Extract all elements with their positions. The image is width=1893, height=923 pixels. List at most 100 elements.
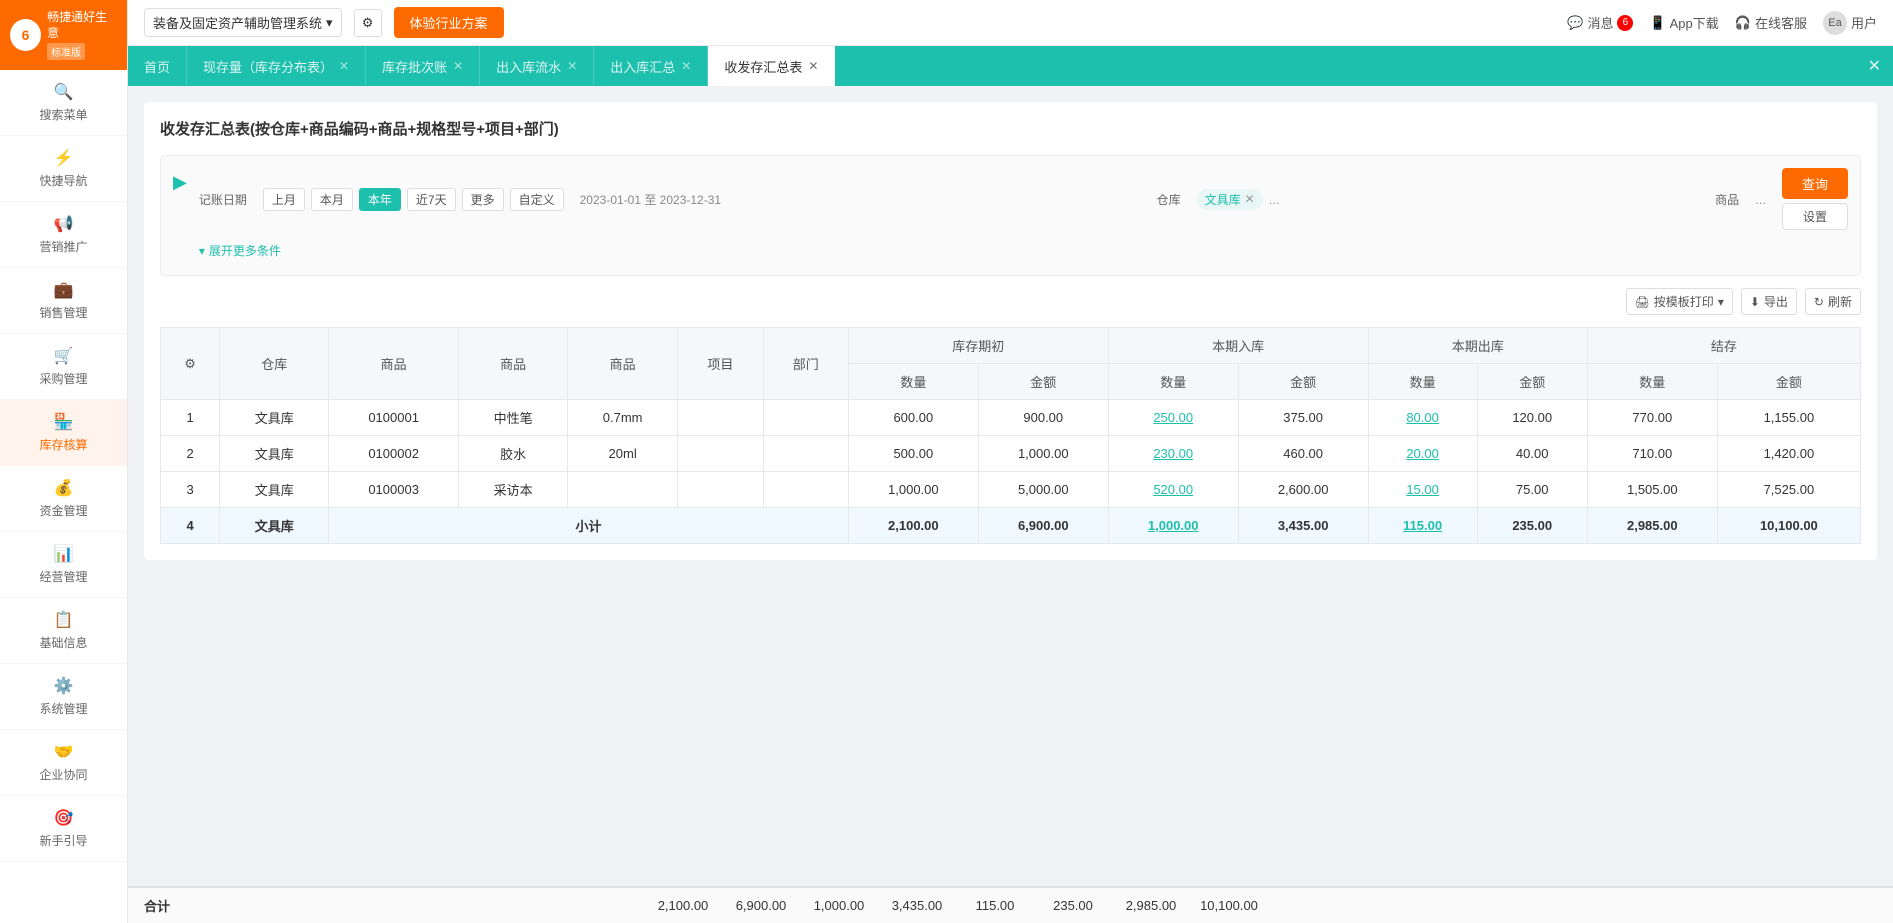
sidebar-item-finance[interactable]: 💰 资金管理 [0,466,127,532]
th-out-amt: 金额 [1477,364,1587,400]
online-service-item[interactable]: 🎧 在线客服 [1735,13,1807,32]
sidebar-item-enterprise[interactable]: 🤝 企业协同 [0,730,127,796]
cell-project [678,436,763,472]
warehouse-tag[interactable]: 文具库 ✕ [1197,189,1263,210]
sales-label: 销售管理 [39,304,87,321]
date-btn-更多[interactable]: 更多 [462,188,504,211]
headset-icon: 🎧 [1735,15,1751,31]
tab-close-inout-summary[interactable]: ✕ [681,59,691,73]
cell-dept [763,472,848,508]
date-btn-本月[interactable]: 本月 [311,188,353,211]
tabbar-close-btn[interactable]: ✕ [1856,46,1893,86]
marketing-icon: 📢 [54,214,74,234]
tab-close-batch[interactable]: ✕ [453,59,463,73]
sidebar-item-business[interactable]: 📊 经营管理 [0,532,127,598]
user-avatar: Ea [1823,11,1847,35]
finance-label: 资金管理 [39,502,87,519]
dropdown-arrow-icon: ▾ [326,15,333,31]
filter-settings-btn[interactable]: 设置 [1782,203,1848,230]
user-item[interactable]: Ea 用户 [1823,11,1877,35]
date-btn-本年[interactable]: 本年 [359,188,401,211]
logo-text: 畅捷通好生意 [47,10,117,41]
cell-in-amt: 2,600.00 [1238,472,1368,508]
sidebar-item-system[interactable]: ⚙️ 系统管理 [0,664,127,730]
sidebar-item-marketing[interactable]: 📢 营销推广 [0,202,127,268]
quicknav-icon: ⚡ [54,148,74,168]
tab-close-receive-summary[interactable]: ✕ [808,59,818,73]
tab-inout-flow[interactable]: 出入库流水 ✕ [480,46,594,86]
tab-receive-summary[interactable]: 收发存汇总表✕ [708,46,835,86]
sidebar-item-quicknav[interactable]: ⚡ 快捷导航 [0,136,127,202]
cell-warehouse: 文具库 [220,472,329,508]
stock-label: 库存核算 [39,436,87,453]
date-btn-上月[interactable]: 上月 [263,188,305,211]
tab-inout-summary[interactable]: 出入库汇总✕ [594,46,708,86]
cell-out-qty[interactable]: 20.00 [1368,436,1477,472]
message-label: 消息 [1587,13,1613,32]
tab-stock-dist[interactable]: 现存量（库存分布表）✕ [187,46,366,86]
tab-close-stock-dist[interactable]: ✕ [339,59,349,73]
expand-chevron-icon: ▾ [199,244,205,258]
cell-code: 0100001 [329,400,459,436]
expand-btn[interactable]: ▾ 展开更多条件 [199,238,281,263]
cell-in-qty[interactable]: 520.00 [1108,472,1238,508]
cell-bal-amt: 1,420.00 [1717,436,1860,472]
cell-warehouse: 文具库 [220,436,329,472]
purchase-icon: 🛒 [54,346,74,366]
th-code: 商品 [329,328,459,400]
table-row: 1 文具库 0100001 中性笔 0.7mm 600.00 900.00 25… [161,400,1861,436]
goods-dots[interactable]: ... [1755,192,1766,207]
export-btn[interactable]: ⬇ 导出 [1741,288,1797,315]
footer-out-qty: 115.00 [956,898,1034,913]
message-icon: 💬 [1567,15,1583,31]
th-bal-amt: 金额 [1717,364,1860,400]
cell-init-amt: 1,000.00 [978,436,1108,472]
message-item[interactable]: 💬 消息 6 [1567,13,1633,32]
sidebar-item-stock[interactable]: 🏪 库存核算 [0,400,127,466]
cell-num: 2 [161,436,220,472]
th-init: 库存期初 [848,328,1108,364]
sidebar-item-purchase[interactable]: 🛒 采购管理 [0,334,127,400]
filter-section: 记账日期 上月本月本年近7天更多自定义 2023-01-01 至 2023-12… [199,168,1848,263]
app-download-item[interactable]: 📱 App下载 [1649,13,1718,32]
template-print-label: 按模板打印 [1654,293,1714,310]
cell-in-qty[interactable]: 250.00 [1108,400,1238,436]
logo-tag: 标准版 [47,43,85,60]
cell-out-qty[interactable]: 15.00 [1368,472,1477,508]
date-btn-自定义[interactable]: 自定义 [510,188,564,211]
th-name: 商品 [459,328,568,400]
filter-collapse-arrow[interactable]: ▶ [173,172,187,193]
tab-label-inout-flow: 出入库流水 [496,57,561,76]
warehouse-dots[interactable]: ... [1269,192,1280,207]
settings-icon-btn[interactable]: ⚙ [354,9,382,37]
tab-batch[interactable]: 库存批次账✕ [366,46,480,86]
cell-out-qty[interactable]: 80.00 [1368,400,1477,436]
print-icon: 🖨 [1635,295,1650,309]
th-settings[interactable]: ⚙ [161,328,220,400]
experience-btn[interactable]: 体验行业方案 [394,7,504,38]
query-btn[interactable]: 查询 [1782,168,1848,199]
sidebar-logo: 6 畅捷通好生意 标准版 [0,0,127,70]
th-spec: 商品 [568,328,678,400]
quicknav-label: 快捷导航 [39,172,87,189]
stock-icon: 🏪 [54,412,74,432]
cell-init-qty: 500.00 [848,436,978,472]
warehouse-tag-close-icon[interactable]: ✕ [1245,192,1255,206]
sales-icon: 💼 [54,280,74,300]
cell-in-qty[interactable]: 230.00 [1108,436,1238,472]
warehouse-value: 文具库 [1205,191,1241,208]
tab-home[interactable]: 首页 [128,46,187,86]
topbar-left: 装备及固定资产辅助管理系统 ▾ ⚙ 体验行业方案 [144,7,504,38]
subtotal-init-amt: 6,900.00 [978,508,1108,544]
sidebar-item-newbie[interactable]: 🎯 新手引导 [0,796,127,862]
system-title-dropdown[interactable]: 装备及固定资产辅助管理系统 ▾ [144,8,342,37]
date-btn-近7天[interactable]: 近7天 [407,188,456,211]
sidebar-item-sales[interactable]: 💼 销售管理 [0,268,127,334]
footer-in-qty: 1,000.00 [800,898,878,913]
template-print-btn[interactable]: 🖨 按模板打印 ▾ [1626,288,1733,315]
tab-close-inout-flow[interactable]: ✕ [567,59,577,73]
sidebar-item-basic[interactable]: 📋 基础信息 [0,598,127,664]
sidebar-item-search[interactable]: 🔍 搜索菜单 [0,70,127,136]
basic-icon: 📋 [54,610,74,630]
refresh-btn[interactable]: ↻ 刷新 [1805,288,1861,315]
